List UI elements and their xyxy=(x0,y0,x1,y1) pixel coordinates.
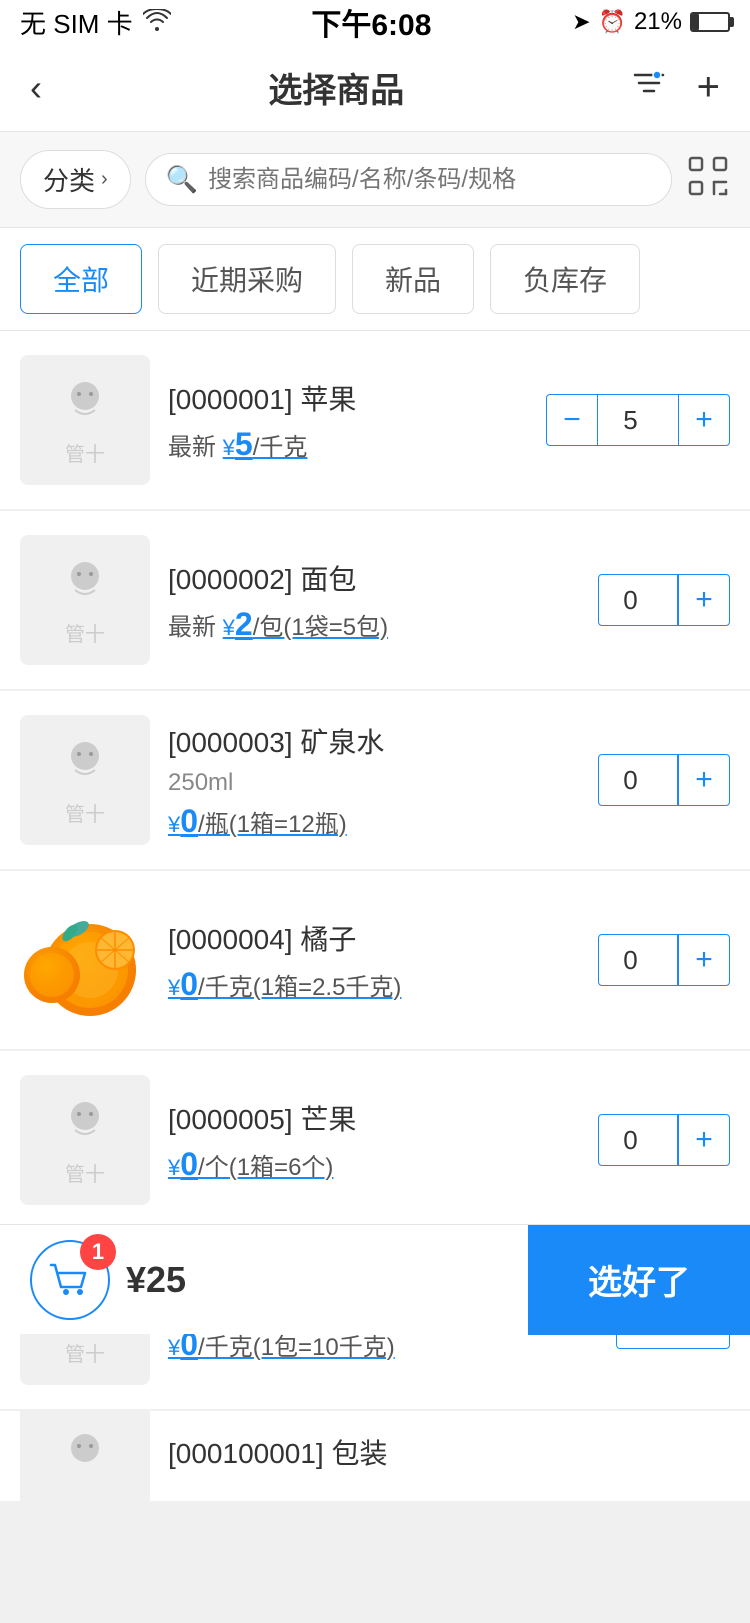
bottom-bar: 1 ¥25 选好了 xyxy=(0,1224,750,1334)
product-thumb-0000002: 管十 xyxy=(20,535,150,665)
product-name-0000003: [0000003] 矿泉水 xyxy=(168,721,580,761)
qty-plus-0000005[interactable]: + xyxy=(678,1114,730,1166)
brand-text: 管十 xyxy=(65,438,105,467)
battery-percent: 21% xyxy=(634,8,682,36)
tab-all[interactable]: 全部 xyxy=(20,244,142,314)
qty-control-0000003: + xyxy=(598,754,730,806)
cart-icon-button[interactable]: 1 xyxy=(30,1240,110,1320)
qty-control-0000004: + xyxy=(598,934,730,986)
product-item-000100001: [000100001] 包装 xyxy=(0,1411,750,1501)
product-info-0000005: [0000005] 芒果 ¥0/个(1箱=6个) xyxy=(168,1098,580,1183)
product-price-0000002: 最新 ¥2/包(1袋=5包) xyxy=(168,606,580,643)
owl-logo xyxy=(55,1426,115,1486)
product-name-0000005: [0000005] 芒果 xyxy=(168,1098,580,1138)
qty-minus-0000001[interactable]: − xyxy=(546,394,598,446)
wifi-icon xyxy=(143,7,171,38)
qty-plus-0000001[interactable]: + xyxy=(678,394,730,446)
qty-input-0000001[interactable] xyxy=(598,394,678,446)
product-price-0000004: ¥0/千克(1箱=2.5千克) xyxy=(168,966,580,1003)
cart-badge: 1 xyxy=(80,1234,116,1270)
product-info-0000002: [0000002] 面包 最新 ¥2/包(1袋=5包) xyxy=(168,558,580,643)
product-list: 管十 [0000001] 苹果 最新 ¥5/千克 − + 管十 [0000002… xyxy=(0,331,750,1623)
carrier-text: 无 SIM 卡 xyxy=(20,4,133,41)
location-icon: ➤ xyxy=(572,9,590,35)
qty-plus-0000002[interactable]: + xyxy=(678,574,730,626)
nav-actions: + xyxy=(631,65,720,110)
product-item-0000003: 管十 [0000003] 矿泉水 250ml ¥0/瓶(1箱=12瓶) + xyxy=(0,691,750,869)
tab-new[interactable]: 新品 xyxy=(352,244,474,314)
product-price-0000001: 最新 ¥5/千克 xyxy=(168,426,528,463)
product-thumb-0000004 xyxy=(20,895,150,1025)
product-item-0000004: [0000004] 橘子 ¥0/千克(1箱=2.5千克) + xyxy=(0,871,750,1049)
page-title: 选择商品 xyxy=(268,63,404,112)
battery-icon xyxy=(690,12,730,32)
product-info-0000004: [0000004] 橘子 ¥0/千克(1箱=2.5千克) xyxy=(168,918,580,1003)
product-thumb-0000001: 管十 xyxy=(20,355,150,485)
qty-control-0000001: − + xyxy=(546,394,730,446)
tabs-bar: 全部 近期采购 新品 负库存 xyxy=(0,228,750,331)
tab-negative[interactable]: 负库存 xyxy=(490,244,640,314)
product-info-000100001: [000100001] 包装 xyxy=(168,1432,730,1480)
owl-logo: 管十 xyxy=(55,374,115,467)
status-time: 下午6:08 xyxy=(311,0,431,44)
search-bar: 分类 › 🔍 xyxy=(0,132,750,228)
qty-control-0000002: + xyxy=(598,574,730,626)
qty-input-0000004[interactable] xyxy=(598,934,678,986)
alarm-icon: ⏰ xyxy=(599,9,626,35)
product-price-0000003: ¥0/瓶(1箱=12瓶) xyxy=(168,803,580,840)
product-item-0000001: 管十 [0000001] 苹果 最新 ¥5/千克 − + xyxy=(0,331,750,509)
filter-icon[interactable] xyxy=(631,65,667,110)
product-name-000100001: [000100001] 包装 xyxy=(168,1432,730,1472)
search-icon: 🔍 xyxy=(166,164,198,195)
product-item-0000002: 管十 [0000002] 面包 最新 ¥2/包(1袋=5包) + xyxy=(0,511,750,689)
brand-text: 管十 xyxy=(65,1158,105,1187)
product-thumb-0000003: 管十 xyxy=(20,715,150,845)
nav-bar: ‹ 选择商品 + xyxy=(0,44,750,132)
qty-input-0000002[interactable] xyxy=(598,574,678,626)
qty-plus-0000004[interactable]: + xyxy=(678,934,730,986)
brand-text: 管十 xyxy=(65,1338,105,1367)
product-item-0000005: 管十 [0000005] 芒果 ¥0/个(1箱=6个) + xyxy=(0,1051,750,1229)
search-input-wrap: 🔍 xyxy=(145,153,672,206)
category-label: 分类 xyxy=(43,161,95,198)
add-icon[interactable]: + xyxy=(697,65,720,110)
owl-logo: 管十 xyxy=(55,734,115,827)
product-thumb-000100001 xyxy=(20,1411,150,1501)
qty-control-0000005: + xyxy=(598,1114,730,1166)
product-thumb-0000005: 管十 xyxy=(20,1075,150,1205)
tab-recent[interactable]: 近期采购 xyxy=(158,244,336,314)
qty-input-0000005[interactable] xyxy=(598,1114,678,1166)
product-info-0000003: [0000003] 矿泉水 250ml ¥0/瓶(1箱=12瓶) xyxy=(168,721,580,840)
status-carrier: 无 SIM 卡 xyxy=(20,4,171,41)
category-button[interactable]: 分类 › xyxy=(20,150,131,209)
owl-logo: 管十 xyxy=(55,554,115,647)
product-info-0000001: [0000001] 苹果 最新 ¥5/千克 xyxy=(168,378,528,463)
scan-icon[interactable] xyxy=(686,154,730,206)
cart-total: ¥25 xyxy=(126,1259,186,1301)
search-input[interactable] xyxy=(208,166,651,194)
back-button[interactable]: ‹ xyxy=(30,67,42,109)
orange-image xyxy=(20,895,150,1025)
product-name-0000002: [0000002] 面包 xyxy=(168,558,580,598)
cart-section: 1 ¥25 xyxy=(0,1240,216,1320)
brand-text: 管十 xyxy=(65,798,105,827)
status-bar: 无 SIM 卡 下午6:08 ➤ ⏰ 21% xyxy=(0,0,750,44)
qty-input-0000003[interactable] xyxy=(598,754,678,806)
product-name-0000001: [0000001] 苹果 xyxy=(168,378,528,418)
confirm-button[interactable]: 选好了 xyxy=(528,1225,750,1335)
owl-logo: 管十 xyxy=(55,1094,115,1187)
brand-text: 管十 xyxy=(65,618,105,647)
product-name-0000004: [0000004] 橘子 xyxy=(168,918,580,958)
status-right: ➤ ⏰ 21% xyxy=(572,8,730,36)
qty-plus-0000003[interactable]: + xyxy=(678,754,730,806)
product-price-0000005: ¥0/个(1箱=6个) xyxy=(168,1146,580,1183)
category-chevron-icon: › xyxy=(101,168,108,191)
product-spec-0000003: 250ml xyxy=(168,769,580,797)
